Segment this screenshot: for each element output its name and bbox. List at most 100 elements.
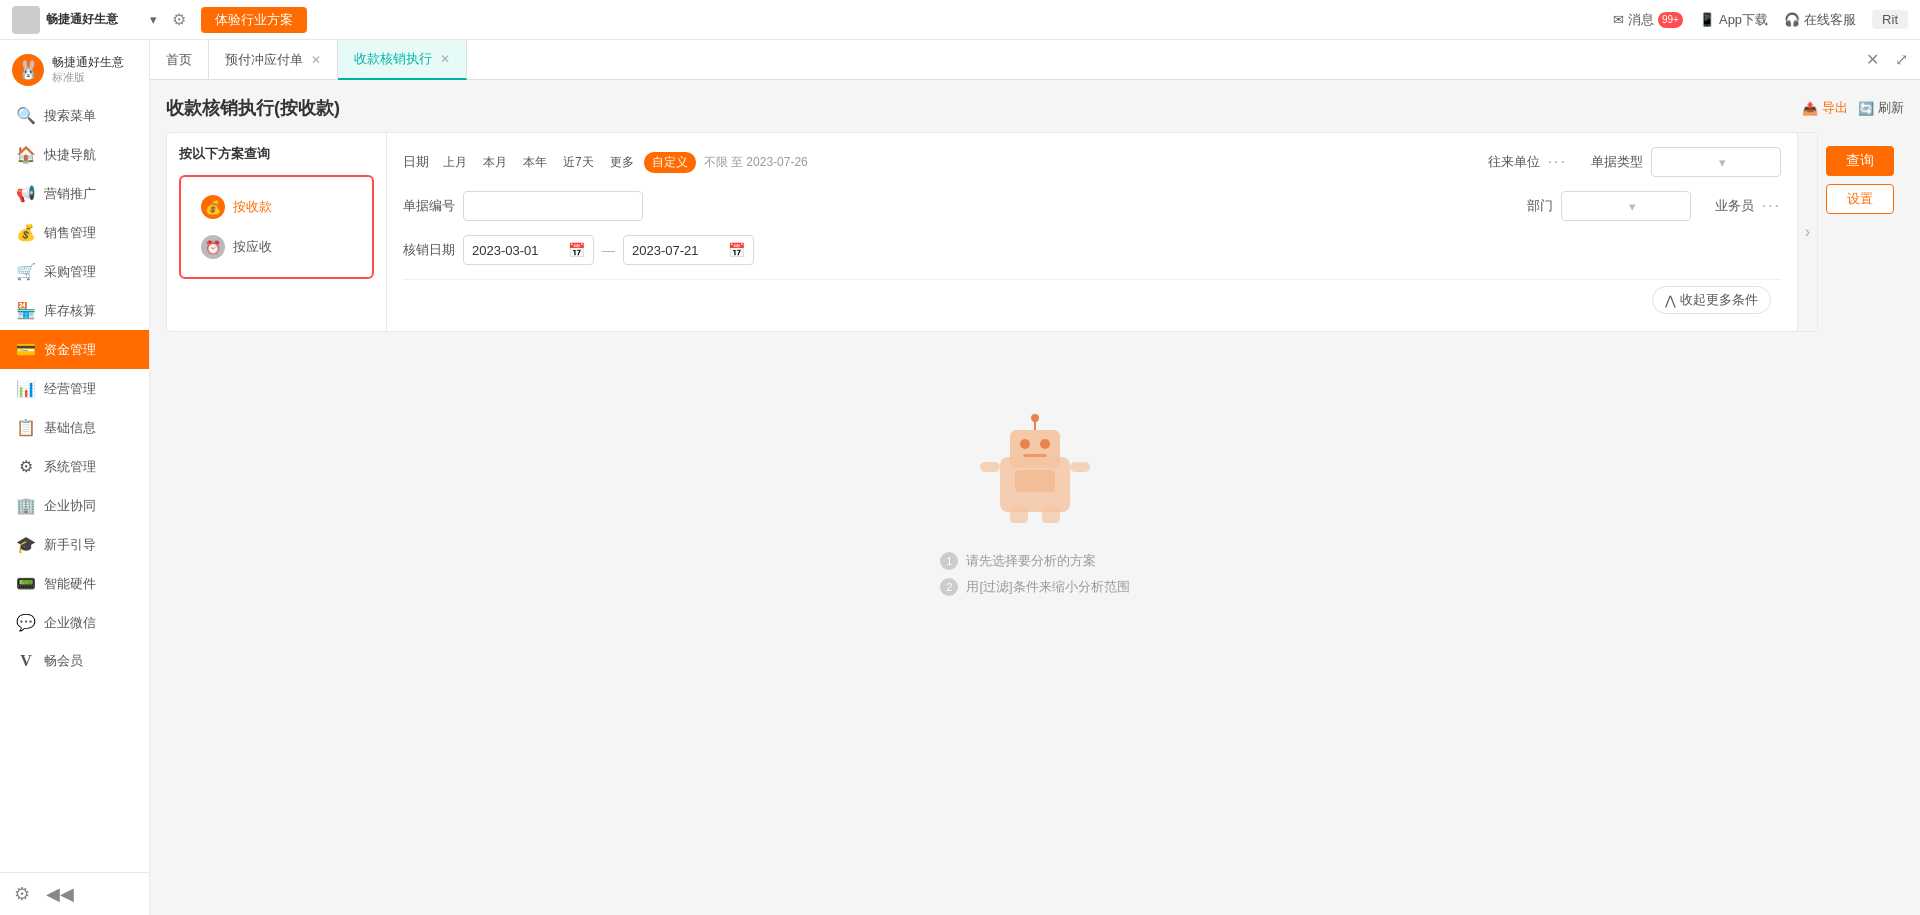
sidebar-item-search-menu[interactable]: 🔍 搜索菜单 [0,96,149,135]
user-profile[interactable]: Rit [1872,10,1908,29]
partner-select-btn[interactable]: ··· [1548,153,1567,171]
shortcut-more[interactable]: 更多 [604,152,640,173]
hint-num-2: 2 [940,578,958,596]
page-content: 收款核销执行(按收款) 📤 导出 🔄 刷新 [150,80,1920,915]
shortcut-this-month[interactable]: 本月 [477,152,513,173]
sidebar-item-label: 新手引导 [44,536,96,554]
tab-maximize-icon[interactable]: ⤢ [1891,48,1912,71]
messages-badge: 99+ [1658,12,1683,28]
sidebar-collapse-icon[interactable]: ◀◀ [46,883,74,905]
svg-point-3 [1040,439,1050,449]
tab-home[interactable]: 首页 [150,40,209,80]
svg-point-2 [1020,439,1030,449]
verify-date-end-input[interactable] [632,243,722,258]
top-bar: 畅捷通好生意 ▾ ⚙ 体验行业方案 ✉ 消息 99+ 📱 App下载 🎧 在线客… [0,0,1920,40]
filter-option-by-receipt-label: 按收款 [233,198,272,216]
docno-input[interactable] [463,191,643,221]
sidebar-item-operation[interactable]: 📊 经营管理 [0,369,149,408]
shortcut-custom[interactable]: 自定义 [644,152,696,173]
right-filters-row2: 部门 ▾ 业务员 ··· [667,191,1781,221]
sidebar-item-label: 搜索菜单 [44,107,96,125]
shortcut-7days[interactable]: 近7天 [557,152,600,173]
sidebar-item-system[interactable]: ⚙ 系统管理 [0,447,149,486]
refresh-icon: 🔄 [1858,101,1874,116]
sidebar-item-inventory[interactable]: 🏪 库存核算 [0,291,149,330]
tab-receipt-verify-close[interactable]: ✕ [440,52,450,66]
sidebar-item-label: 企业协同 [44,497,96,515]
settings-button[interactable]: 设置 [1826,184,1894,214]
empty-robot-illustration [975,412,1095,532]
calendar-end-icon[interactable]: 📅 [728,242,745,258]
empty-hint-2: 2 用[过滤]条件来缩小分析范围 [940,578,1129,596]
inventory-icon: 🏪 [16,301,36,320]
shortcut-this-year[interactable]: 本年 [517,152,553,173]
empty-hint-1-text: 请先选择要分析的方案 [966,552,1096,570]
sidebar-item-purchase[interactable]: 🛒 采购管理 [0,252,149,291]
solution-button[interactable]: 体验行业方案 [201,7,307,33]
doc-type-label: 单据类型 [1591,153,1643,171]
filter-row-1: 日期 上月 本月 本年 近7天 更多 自定义 [403,147,1781,177]
app-download-button[interactable]: 📱 App下载 [1699,11,1768,29]
sidebar-logo-sub: 标准版 [52,70,124,85]
sidebar-item-finance[interactable]: 💳 资金管理 [0,330,149,369]
filter-option-by-receivable[interactable]: ⏰ 按应收 [191,227,362,267]
refresh-button[interactable]: 🔄 刷新 [1858,99,1904,117]
docno-label: 单据编号 [403,197,455,215]
sidebar-item-member[interactable]: V 畅会员 [0,642,149,680]
tab-prepay-close[interactable]: ✕ [311,53,321,67]
empty-state: 1 请先选择要分析的方案 2 用[过滤]条件来缩小分析范围 [166,332,1904,676]
svg-rect-8 [1070,462,1090,472]
main-layout: 🐰 畅捷通好生意 标准版 🔍 搜索菜单 🏠 快捷导航 📢 营销推广 💰 销售管理… [0,40,1920,915]
tab-bar: 首页 预付冲应付单 ✕ 收款核销执行 ✕ ✕ ⤢ [150,40,1920,80]
filter-salesperson-field: 业务员 ··· [1715,197,1781,215]
tab-close-all-icon[interactable]: ✕ [1862,48,1883,71]
svg-rect-10 [1042,507,1060,523]
sidebar-item-label: 营销推广 [44,185,96,203]
query-button[interactable]: 查询 [1826,146,1894,176]
empty-hint-2-text: 用[过滤]条件来缩小分析范围 [966,578,1129,596]
svg-rect-6 [1023,454,1047,457]
doc-type-select[interactable]: ▾ [1651,147,1781,177]
filter-option-by-receivable-label: 按应收 [233,238,272,256]
collapse-icon: ⋀ [1665,293,1676,308]
filter-doc-type-field: 单据类型 ▾ [1591,147,1781,177]
tab-prepay[interactable]: 预付冲应付单 ✕ [209,40,338,80]
hint-num-1: 1 [940,552,958,570]
date-shortcuts: 上月 本月 本年 近7天 更多 自定义 [437,152,696,173]
tab-receipt-verify[interactable]: 收款核销执行 ✕ [338,40,467,80]
sidebar-item-enterprise[interactable]: 🏢 企业协同 [0,486,149,525]
filter-option-by-receipt[interactable]: 💰 按收款 [191,187,362,227]
verify-date-label: 核销日期 [403,241,455,259]
dept-select[interactable]: ▾ [1561,191,1691,221]
verify-date-end-wrapper: 📅 [623,235,754,265]
side-collapse-button[interactable]: › [1797,133,1817,331]
sidebar-settings-icon[interactable]: ⚙ [14,883,30,905]
empty-hints: 1 请先选择要分析的方案 2 用[过滤]条件来缩小分析范围 [940,552,1129,596]
verify-date-start-input[interactable] [472,243,562,258]
guide-icon: 🎓 [16,535,36,554]
sidebar-item-label: 智能硬件 [44,575,96,593]
export-button[interactable]: 📤 导出 [1802,99,1848,117]
collapse-more-button[interactable]: ⋀ 收起更多条件 [1652,286,1771,314]
messages-button[interactable]: ✉ 消息 99+ [1613,11,1683,29]
message-icon: ✉ [1613,12,1624,27]
online-service-button[interactable]: 🎧 在线客服 [1784,11,1856,29]
salesperson-select-btn[interactable]: ··· [1762,197,1781,215]
settings-icon[interactable]: ⚙ [165,6,193,34]
export-icon: 📤 [1802,101,1818,116]
brand-dropdown[interactable]: ▾ [150,12,157,27]
shortcut-last-month[interactable]: 上月 [437,152,473,173]
verify-date-start-wrapper: 📅 [463,235,594,265]
sidebar-item-guide[interactable]: 🎓 新手引导 [0,525,149,564]
brand-area: 畅捷通好生意 [12,6,142,34]
sidebar-item-label: 经营管理 [44,380,96,398]
calendar-start-icon[interactable]: 📅 [568,242,585,258]
sidebar-item-wechat[interactable]: 💬 企业微信 [0,603,149,642]
sidebar-item-marketing[interactable]: 📢 营销推广 [0,174,149,213]
sidebar-item-quick-nav[interactable]: 🏠 快捷导航 [0,135,149,174]
sidebar-item-base-info[interactable]: 📋 基础信息 [0,408,149,447]
filter-partner-field: 往来单位 ··· [1488,153,1567,171]
tab-controls: ✕ ⤢ [1854,48,1920,71]
sidebar-item-smart-hw[interactable]: 📟 智能硬件 [0,564,149,603]
sidebar-item-sales[interactable]: 💰 销售管理 [0,213,149,252]
